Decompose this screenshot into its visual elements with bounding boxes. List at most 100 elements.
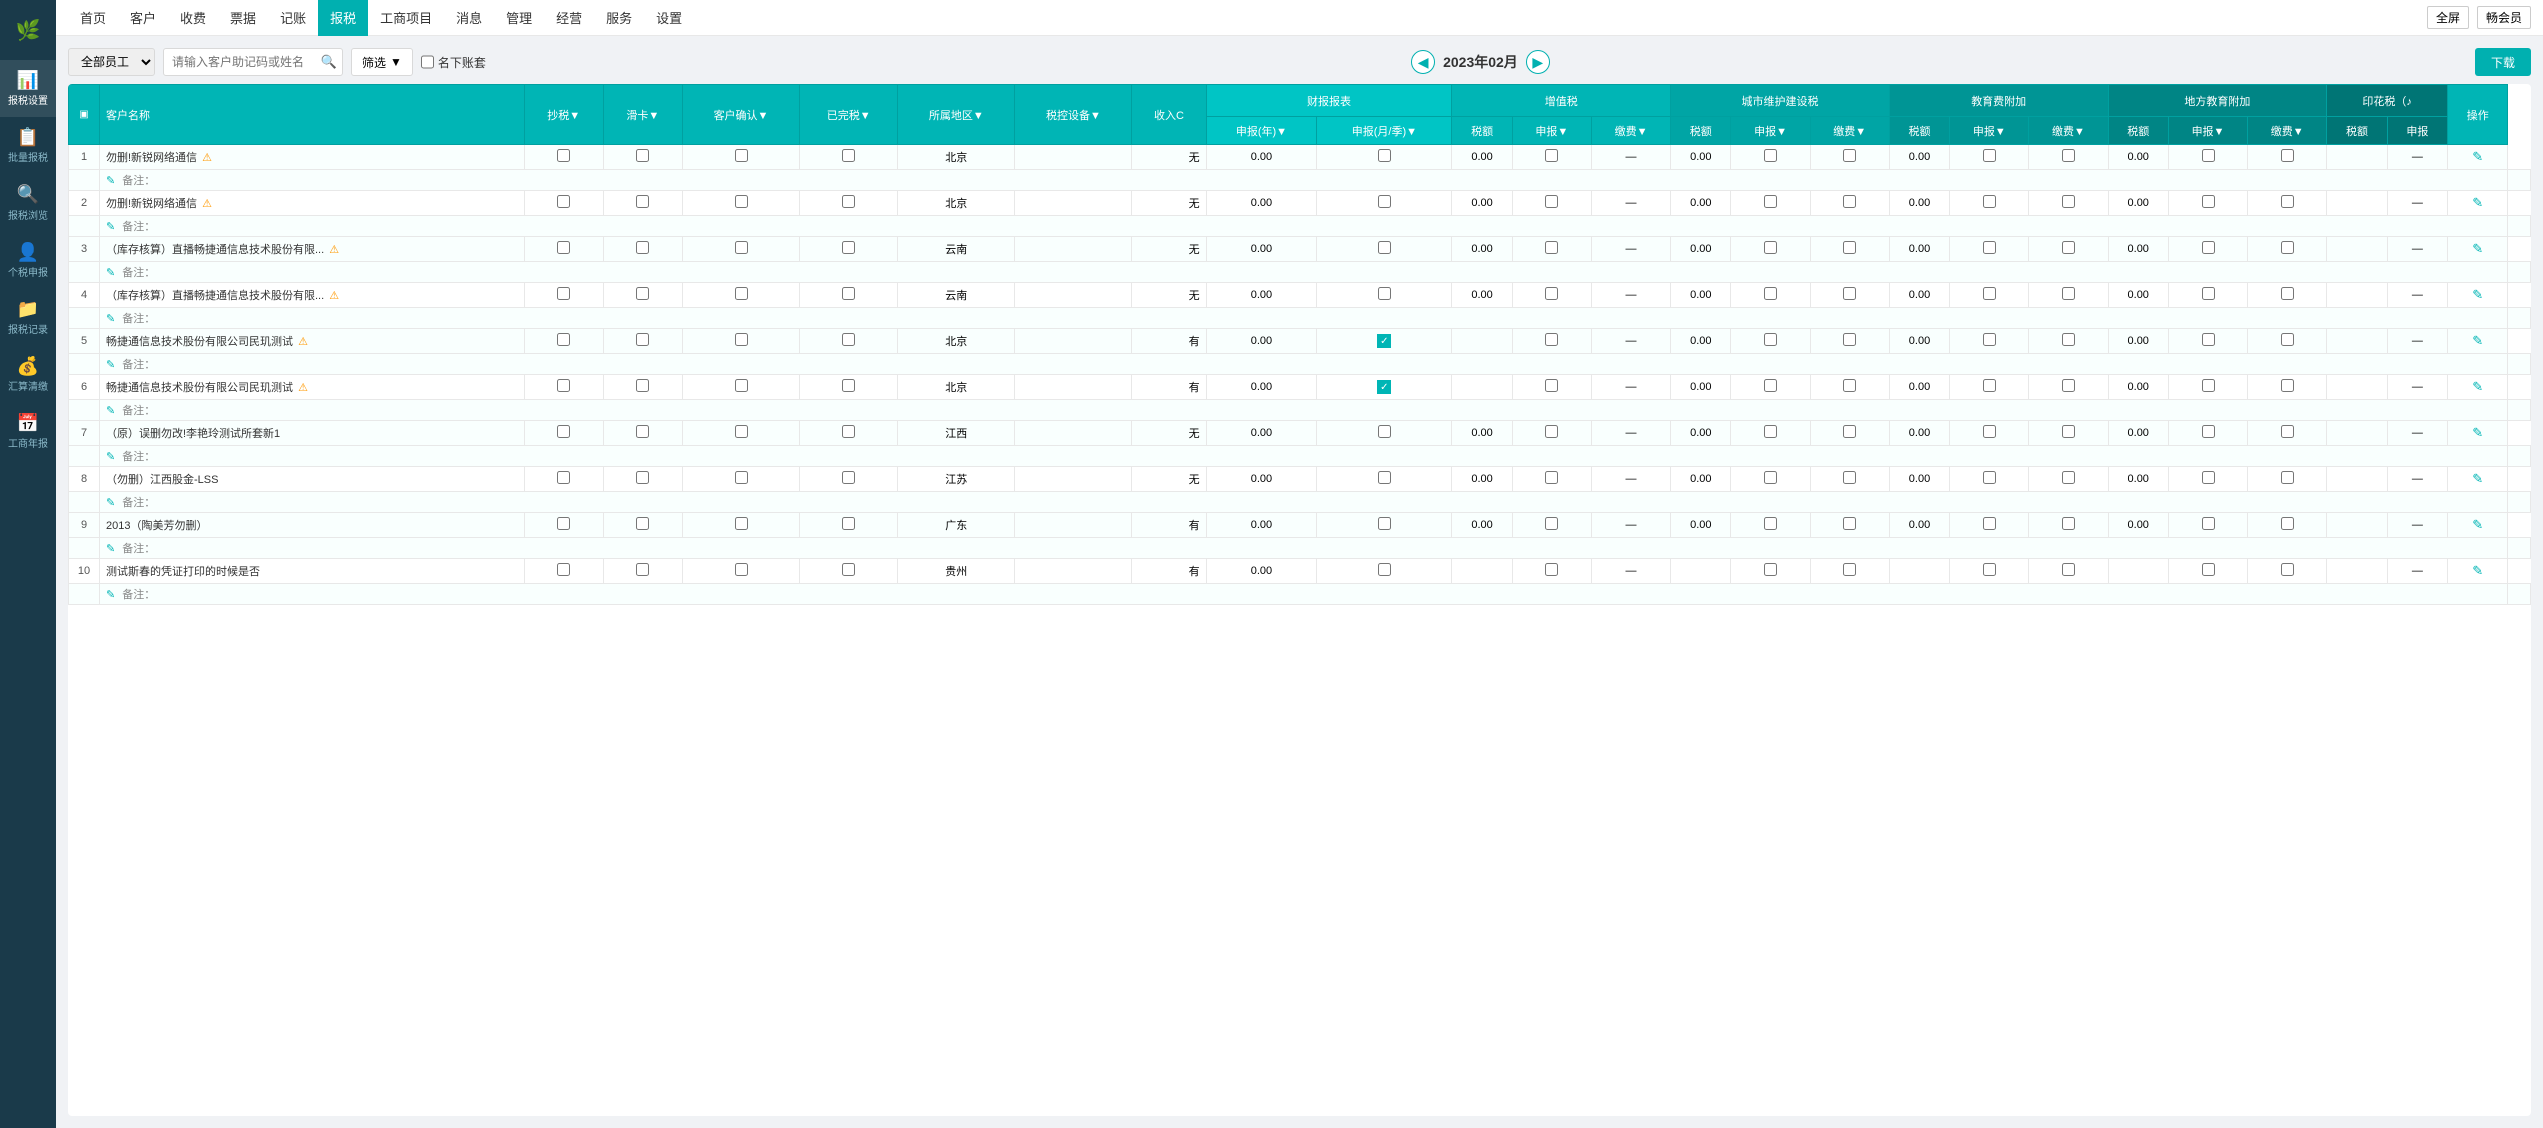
wansui-checkbox[interactable] — [842, 563, 855, 576]
row-jiaoyu-apply[interactable] — [1950, 513, 2029, 538]
row-chengshi-pay[interactable] — [1810, 421, 1889, 446]
jiaoyu-apply-checkbox[interactable] — [1983, 241, 1996, 254]
row-chaoshui[interactable] — [524, 467, 603, 492]
row-jiaoyu-pay[interactable] — [2029, 421, 2108, 446]
chengshi-pay-checkbox[interactable] — [1843, 471, 1856, 484]
difang-pay-checkbox[interactable] — [2281, 379, 2294, 392]
row-wansui[interactable] — [800, 467, 898, 492]
row-action[interactable]: ✎ — [2448, 421, 2508, 446]
huaka-checkbox[interactable] — [636, 379, 649, 392]
row-jiaoyu-pay[interactable] — [2029, 237, 2108, 262]
note-edit-icon[interactable]: ✎ — [106, 497, 115, 509]
row-difang-pay[interactable] — [2248, 329, 2327, 354]
th-select-all[interactable]: ▣ — [69, 85, 100, 145]
difang-pay-checkbox[interactable] — [2281, 287, 2294, 300]
row-jiaoyu-apply[interactable] — [1950, 421, 2029, 446]
row-jiaoyu-pay[interactable] — [2029, 191, 2108, 216]
jiaoyu-apply-checkbox[interactable] — [1983, 471, 1996, 484]
chaoshui-checkbox[interactable] — [557, 471, 570, 484]
row-jiaoyu-apply[interactable] — [1950, 467, 2029, 492]
row-chaoshui[interactable] — [524, 145, 603, 170]
zengjia-apply-checkbox[interactable] — [1545, 563, 1558, 576]
note-cell[interactable]: ✎ 备注： — [100, 400, 2508, 421]
row-chengshi-apply[interactable] — [1731, 145, 1810, 170]
chengshi-pay-checkbox[interactable] — [1843, 195, 1856, 208]
row-jiaoyu-apply[interactable] — [1950, 329, 2029, 354]
huaka-checkbox[interactable] — [636, 425, 649, 438]
row-chaoshui[interactable] — [524, 421, 603, 446]
difang-apply-checkbox[interactable] — [2202, 379, 2215, 392]
jiaoyu-pay-checkbox[interactable] — [2062, 517, 2075, 530]
row-queren[interactable] — [682, 329, 799, 354]
difang-apply-checkbox[interactable] — [2202, 195, 2215, 208]
edit-icon[interactable]: ✎ — [2472, 287, 2483, 302]
huaka-checkbox[interactable] — [636, 517, 649, 530]
jiaoyu-apply-checkbox[interactable] — [1983, 563, 1996, 576]
row-chaoshui[interactable] — [524, 283, 603, 308]
row-queren[interactable] — [682, 283, 799, 308]
row-difang-apply[interactable] — [2168, 513, 2247, 538]
filter-button[interactable]: 筛选 ▼ — [351, 48, 413, 76]
wansui-checkbox[interactable] — [842, 149, 855, 162]
chaoshui-checkbox[interactable] — [557, 149, 570, 162]
huaka-checkbox[interactable] — [636, 471, 649, 484]
row-caishuibao-yue-check[interactable] — [1317, 559, 1452, 584]
row-jiaoyu-apply[interactable] — [1950, 237, 2029, 262]
row-jiaoyu-pay[interactable] — [2029, 559, 2108, 584]
row-difang-pay[interactable] — [2248, 421, 2327, 446]
row-chengshi-pay[interactable] — [1810, 283, 1889, 308]
chengshi-apply-checkbox[interactable] — [1764, 517, 1777, 530]
row-wansui[interactable] — [800, 191, 898, 216]
row-difang-pay[interactable] — [2248, 375, 2327, 400]
row-huaka[interactable] — [603, 467, 682, 492]
zengjia-apply-checkbox[interactable] — [1545, 425, 1558, 438]
huaka-checkbox[interactable] — [636, 195, 649, 208]
difang-pay-checkbox[interactable] — [2281, 517, 2294, 530]
row-zengjia-apply[interactable] — [1512, 513, 1591, 538]
row-difang-apply[interactable] — [2168, 467, 2247, 492]
row-action[interactable]: ✎ — [2448, 513, 2508, 538]
chengshi-pay-checkbox[interactable] — [1843, 425, 1856, 438]
search-input[interactable] — [163, 48, 343, 76]
jiaoyu-pay-checkbox[interactable] — [2062, 471, 2075, 484]
row-zengjia-apply[interactable] — [1512, 467, 1591, 492]
edit-icon[interactable]: ✎ — [2472, 333, 2483, 348]
nav-service[interactable]: 服务 — [594, 0, 644, 36]
note-edit-icon[interactable]: ✎ — [106, 267, 115, 279]
difang-pay-checkbox[interactable] — [2281, 425, 2294, 438]
row-jiaoyu-apply[interactable] — [1950, 375, 2029, 400]
sidebar-item-baoshuiliulan[interactable]: 🔍 报税浏览 — [0, 174, 56, 231]
row-chengshi-pay[interactable] — [1810, 237, 1889, 262]
row-chengshi-pay[interactable] — [1810, 145, 1889, 170]
nav-tax[interactable]: 报税 — [318, 0, 368, 36]
jiaoyu-pay-checkbox[interactable] — [2062, 287, 2075, 300]
row-chaoshui[interactable] — [524, 559, 603, 584]
queren-checkbox[interactable] — [735, 425, 748, 438]
nav-home[interactable]: 首页 — [68, 0, 118, 36]
chengshi-pay-checkbox[interactable] — [1843, 241, 1856, 254]
row-wansui[interactable] — [800, 145, 898, 170]
vip-button[interactable]: 畅会员 — [2477, 6, 2531, 29]
chaoshui-checkbox[interactable] — [557, 425, 570, 438]
note-cell[interactable]: ✎ 备注： — [100, 538, 2508, 559]
row-chengshi-apply[interactable] — [1731, 283, 1810, 308]
wansui-checkbox[interactable] — [842, 425, 855, 438]
row-huaka[interactable] — [603, 329, 682, 354]
row-queren[interactable] — [682, 191, 799, 216]
row-queren[interactable] — [682, 375, 799, 400]
jiaoyu-pay-checkbox[interactable] — [2062, 379, 2075, 392]
row-wansui[interactable] — [800, 421, 898, 446]
note-cell[interactable]: ✎ 备注： — [100, 446, 2508, 467]
queren-checkbox[interactable] — [735, 563, 748, 576]
sidebar-item-piliangbaoshui[interactable]: 📋 批量报税 — [0, 117, 56, 174]
row-zengjia-apply[interactable] — [1512, 283, 1591, 308]
note-cell[interactable]: ✎ 备注： — [100, 216, 2508, 237]
difang-apply-checkbox[interactable] — [2202, 471, 2215, 484]
row-queren[interactable] — [682, 421, 799, 446]
row-chengshi-pay[interactable] — [1810, 375, 1889, 400]
row-difang-pay[interactable] — [2248, 191, 2327, 216]
row-huaka[interactable] — [603, 145, 682, 170]
difang-apply-checkbox[interactable] — [2202, 241, 2215, 254]
chaoshui-checkbox[interactable] — [557, 333, 570, 346]
difang-apply-checkbox[interactable] — [2202, 149, 2215, 162]
